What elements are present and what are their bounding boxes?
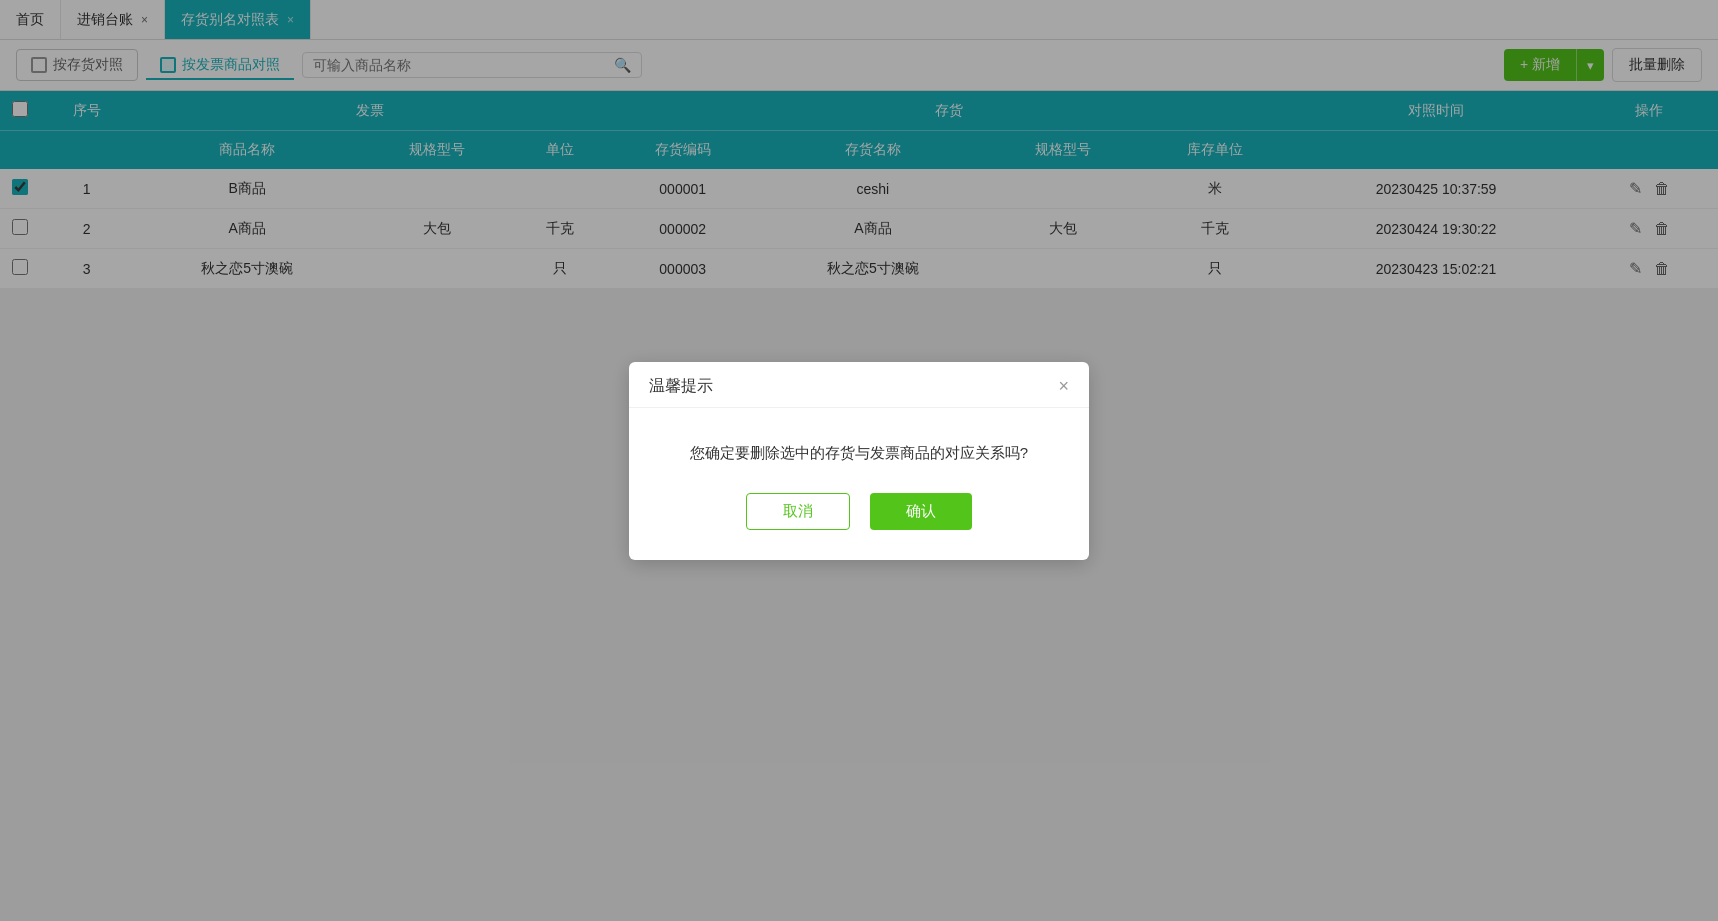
overlay: 温馨提示 × 您确定要删除选中的存货与发票商品的对应关系吗? 取消 确认 xyxy=(0,0,1718,289)
